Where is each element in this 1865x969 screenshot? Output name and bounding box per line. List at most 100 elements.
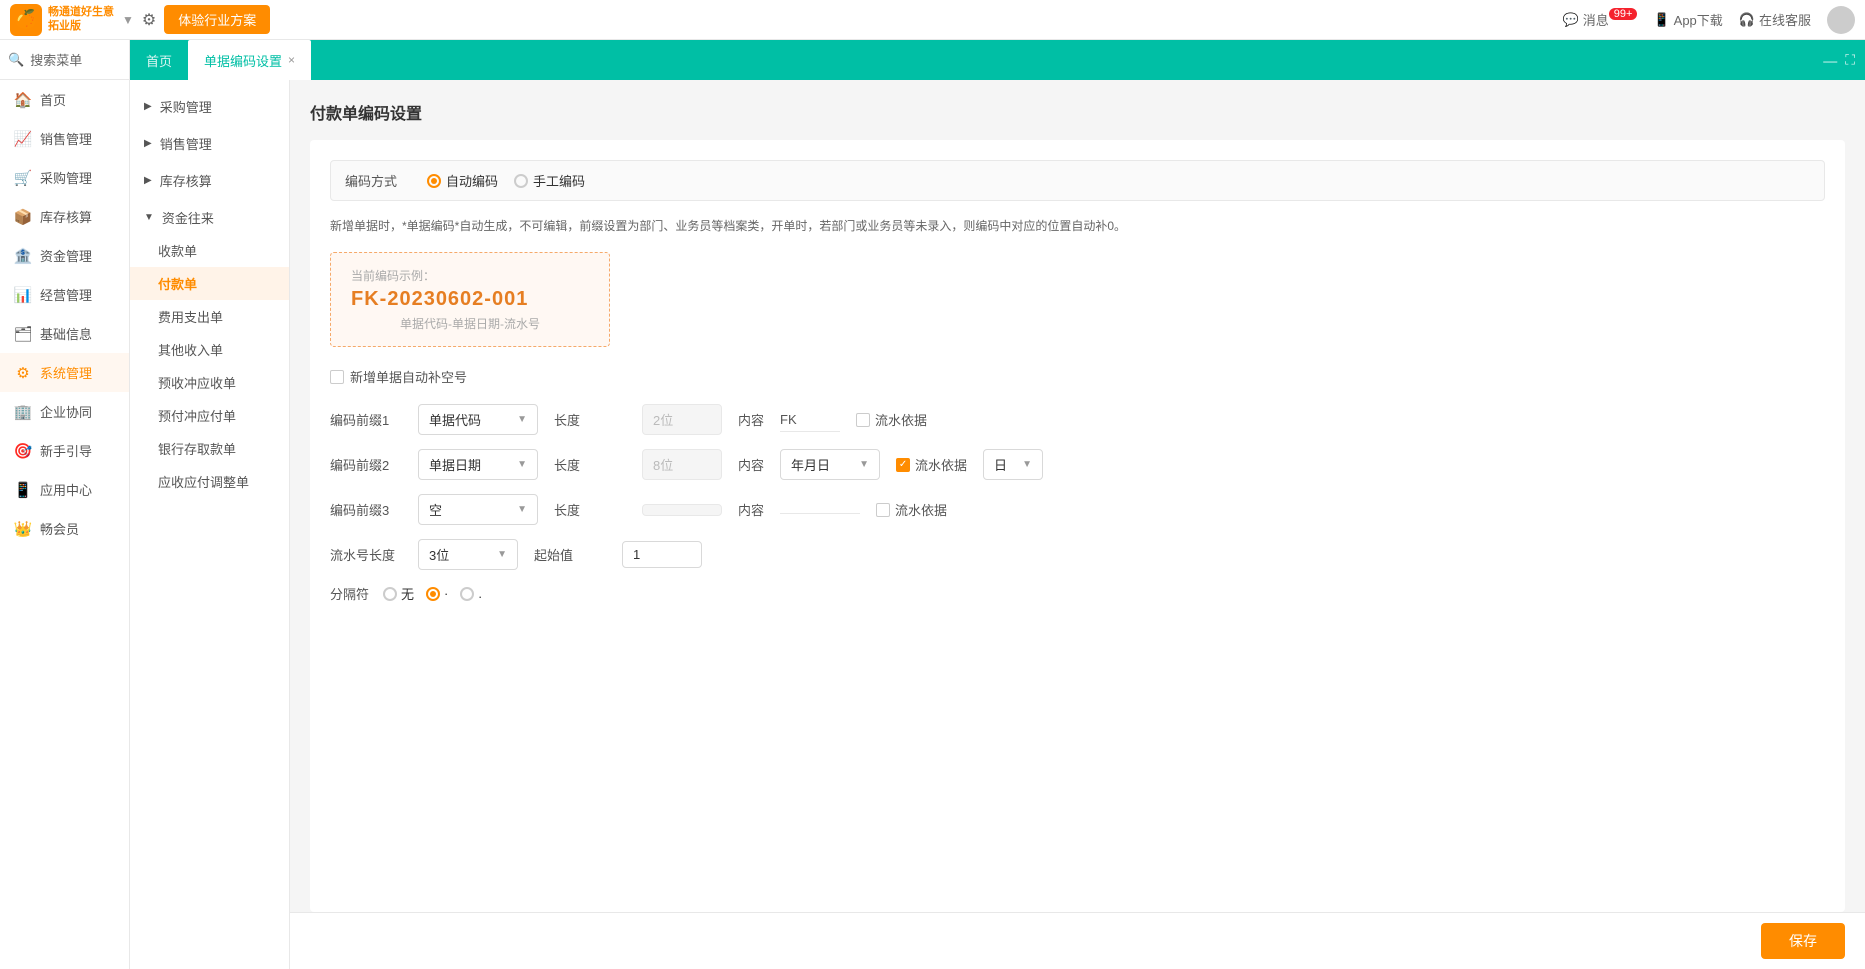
sub-group-purchase: ▶ 采购管理 xyxy=(130,90,289,123)
tab-maximize-icon[interactable]: ⛶ xyxy=(1845,52,1855,69)
sub-group-capital-title[interactable]: ▼ 资金往来 xyxy=(130,201,289,234)
serial3-checkbox-box[interactable] xyxy=(876,503,890,517)
content2-label: 内容 xyxy=(738,455,764,474)
length1-input: 2位 xyxy=(642,404,722,435)
tab-minimize-icon[interactable]: — xyxy=(1823,52,1837,68)
chevron-down-icon: ▼ xyxy=(859,459,869,470)
sidebar-item-purchase[interactable]: 🛒 采购管理 xyxy=(0,158,129,197)
message-badge: 99+ xyxy=(1609,8,1638,20)
example-desc: 单据代码-单据日期-流水号 xyxy=(351,315,589,332)
chevron-down-icon: ▼ xyxy=(497,549,507,560)
sep-dot-option[interactable]: · xyxy=(426,586,448,601)
user-avatar[interactable] xyxy=(1827,6,1855,34)
sep-dot-radio[interactable] xyxy=(426,587,440,601)
manual-code-radio[interactable] xyxy=(514,174,528,188)
top-bar-controls: ▼ ⚙ 体验行业方案 xyxy=(122,5,270,34)
sub-item-bank-deposit[interactable]: 银行存取款单 xyxy=(130,432,289,465)
prefix1-select[interactable]: 单据代码 ▼ xyxy=(418,404,538,435)
content-area: ▶ 采购管理 ▶ 销售管理 ▶ 库存核算 xyxy=(130,80,1865,969)
prefix3-select[interactable]: 空 ▼ xyxy=(418,494,538,525)
sidebar-item-label: 采购管理 xyxy=(40,168,92,187)
separator-row: 分隔符 无 · . xyxy=(330,584,1825,603)
sub-sidebar: ▶ 采购管理 ▶ 销售管理 ▶ 库存核算 xyxy=(130,80,290,969)
search-menu-label: 搜索菜单 xyxy=(30,50,82,69)
length3-label: 长度 xyxy=(554,500,626,519)
sub-group-inventory-title[interactable]: ▶ 库存核算 xyxy=(130,164,289,197)
content1-value: FK xyxy=(780,408,840,432)
day-select-dropdown[interactable]: 日 ▼ xyxy=(983,449,1043,480)
sidebar-item-member[interactable]: 👑 畅会员 xyxy=(0,509,129,548)
tab-encoding-settings[interactable]: 单据编码设置 × xyxy=(188,40,311,80)
sub-item-other-income[interactable]: 其他收入单 xyxy=(130,333,289,366)
serial2-checkbox-box[interactable]: ✓ xyxy=(896,458,910,472)
sub-group-purchase-title[interactable]: ▶ 采购管理 xyxy=(130,90,289,123)
sep-none-option[interactable]: 无 xyxy=(383,584,414,603)
content2-select[interactable]: 年月日 ▼ xyxy=(780,449,880,480)
sidebar-item-inventory[interactable]: 📦 库存核算 xyxy=(0,197,129,236)
length2-input: 8位 xyxy=(642,449,722,480)
tab-home[interactable]: 首页 xyxy=(130,40,188,80)
content3-label: 内容 xyxy=(738,500,764,519)
start-value-input[interactable] xyxy=(622,541,702,568)
sidebar-item-enterprise[interactable]: 🏢 企业协同 xyxy=(0,392,129,431)
trial-button[interactable]: 体验行业方案 xyxy=(164,5,270,34)
auto-fill-checkbox[interactable] xyxy=(330,370,344,384)
sidebar-item-sales[interactable]: 📈 销售管理 xyxy=(0,119,129,158)
auto-code-option[interactable]: 自动编码 xyxy=(427,171,498,190)
sidebar-item-system[interactable]: ⚙ 系统管理 xyxy=(0,353,129,392)
sep-none-radio[interactable] xyxy=(383,587,397,601)
sidebar-item-label: 系统管理 xyxy=(40,363,92,382)
manual-code-option[interactable]: 手工编码 xyxy=(514,171,585,190)
app-download-button[interactable]: 📱 App下载 xyxy=(1653,10,1722,29)
auto-fill-row[interactable]: 新增单据自动补空号 xyxy=(330,367,1825,386)
save-button[interactable]: 保存 xyxy=(1761,923,1845,959)
nav-dropdown[interactable]: ▼ xyxy=(122,13,134,27)
sidebar-item-operations[interactable]: 📊 经营管理 xyxy=(0,275,129,314)
serial1-checkbox[interactable]: 流水依据 xyxy=(856,410,927,429)
operations-icon: 📊 xyxy=(14,286,32,304)
example-code: FK-20230602-001 xyxy=(351,288,589,311)
message-button[interactable]: 💬 消息 99+ xyxy=(1563,10,1638,29)
chevron-right-icon: ▶ xyxy=(144,138,152,149)
sub-item-ar-ap-adjust[interactable]: 应收应付调整单 xyxy=(130,465,289,498)
sidebar-item-apps[interactable]: 📱 应用中心 xyxy=(0,470,129,509)
sub-item-prepay-payable[interactable]: 预付冲应付单 xyxy=(130,399,289,432)
sidebar-item-label: 应用中心 xyxy=(40,480,92,499)
sidebar-item-finance[interactable]: 🏦 资金管理 xyxy=(0,236,129,275)
sidebar-item-label: 资金管理 xyxy=(40,246,92,265)
chevron-right-icon: ▶ xyxy=(144,101,152,112)
sep-dash-radio[interactable] xyxy=(460,587,474,601)
tab-close-icon[interactable]: × xyxy=(288,53,295,67)
sub-item-prepay-receivable[interactable]: 预收冲应收单 xyxy=(130,366,289,399)
chevron-down-icon: ▼ xyxy=(144,212,154,223)
serial2-checkbox[interactable]: ✓ 流水依据 xyxy=(896,455,967,474)
system-icon: ⚙ xyxy=(14,364,32,382)
sidebar-item-newbie[interactable]: 🎯 新手引导 xyxy=(0,431,129,470)
finance-icon: 🏦 xyxy=(14,247,32,265)
online-service-button[interactable]: 🎧 在线客服 xyxy=(1739,10,1811,29)
main-content: 首页 单据编码设置 × — ⛶ ▶ 采购管理 xyxy=(130,40,1865,969)
inventory-icon: 📦 xyxy=(14,208,32,226)
sales-icon: 📈 xyxy=(14,130,32,148)
sub-group-sales-title[interactable]: ▶ 销售管理 xyxy=(130,127,289,160)
settings-icon[interactable]: ⚙ xyxy=(142,10,156,30)
home-icon: 🏠 xyxy=(14,91,32,109)
serial3-checkbox[interactable]: 流水依据 xyxy=(876,500,947,519)
prefix2-select[interactable]: 单据日期 ▼ xyxy=(418,449,538,480)
sub-item-payment[interactable]: 付款单 xyxy=(130,267,289,300)
sub-item-receipt[interactable]: 收款单 xyxy=(130,234,289,267)
sidebar-item-basic[interactable]: 🗂 基础信息 xyxy=(0,314,129,353)
sidebar-item-label: 畅会员 xyxy=(40,519,79,538)
chevron-down-icon: ▼ xyxy=(517,504,527,515)
length2-label: 长度 xyxy=(554,455,626,474)
auto-code-radio[interactable] xyxy=(427,174,441,188)
content1-label: 内容 xyxy=(738,410,764,429)
layout: 🔍 搜索菜单 🏠 首页 📈 销售管理 🛒 采购管理 📦 库存核算 🏦 xyxy=(0,0,1865,969)
search-menu[interactable]: 🔍 搜索菜单 xyxy=(0,40,129,80)
prefix3-label: 编码前缀3 xyxy=(330,500,402,519)
sub-item-expense[interactable]: 费用支出单 xyxy=(130,300,289,333)
sidebar-item-home[interactable]: 🏠 首页 xyxy=(0,80,129,119)
serial-length-select[interactable]: 3位 ▼ xyxy=(418,539,518,570)
sep-dash-option[interactable]: . xyxy=(460,586,482,601)
serial1-checkbox-box[interactable] xyxy=(856,413,870,427)
